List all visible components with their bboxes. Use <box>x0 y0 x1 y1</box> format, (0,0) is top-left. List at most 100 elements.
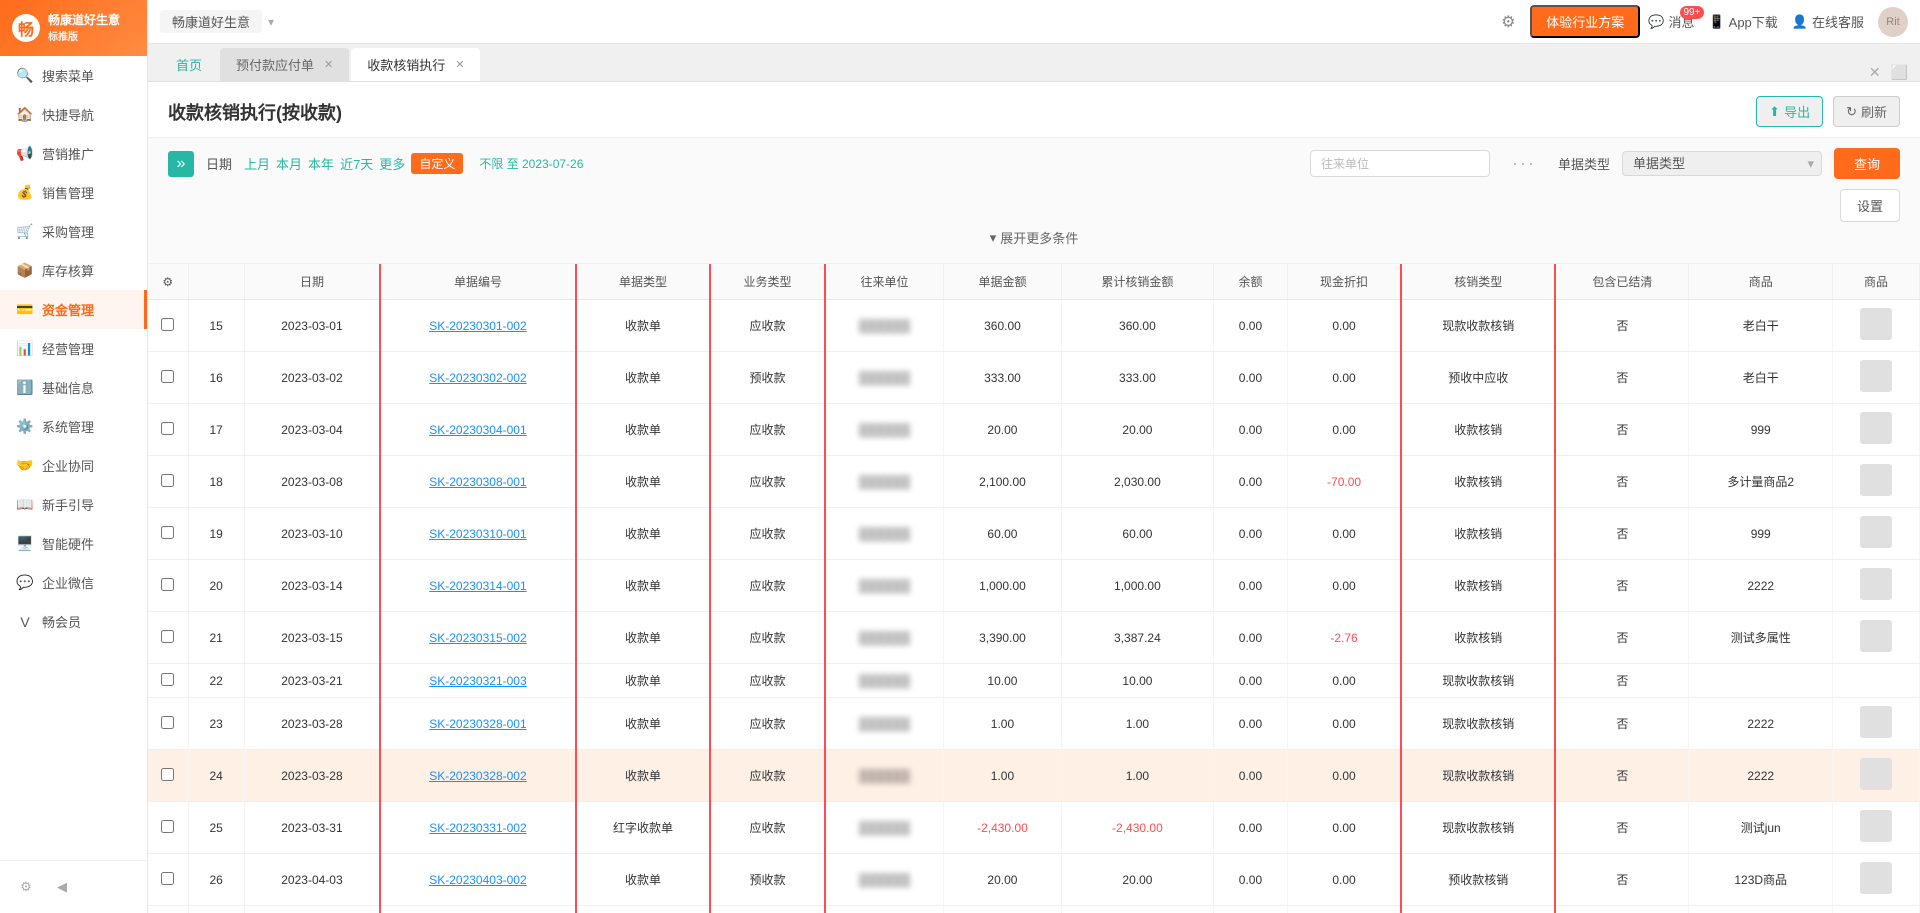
voucher-no-link[interactable]: SK-20230328-002 <box>429 769 526 783</box>
filter-toggle-btn[interactable]: » <box>168 151 194 177</box>
voucher-no-link[interactable]: SK-20230328-001 <box>429 717 526 731</box>
cell-check[interactable] <box>148 300 188 352</box>
query-button[interactable]: 查询 <box>1834 148 1900 179</box>
row-checkbox[interactable] <box>161 630 174 643</box>
cell-check[interactable] <box>148 560 188 612</box>
row-checkbox[interactable] <box>161 716 174 729</box>
topbar-service[interactable]: 👤 在线客服 <box>1792 12 1864 31</box>
voucher-no-link[interactable]: SK-20230314-001 <box>429 579 526 593</box>
cell-voucher-no: SK-20230310-001 <box>380 508 576 560</box>
cell-date: 2023-04-08 <box>244 906 380 913</box>
more-dates-btn[interactable]: 更多 <box>379 154 405 173</box>
sidebar-item-basic[interactable]: ℹ️基础信息 <box>0 368 147 407</box>
voucher-type-select[interactable]: 单据类型 <box>1622 151 1822 176</box>
voucher-no-link[interactable]: SK-20230315-002 <box>429 631 526 645</box>
last-7-days-btn[interactable]: 近7天 <box>340 154 373 173</box>
cell-date: 2023-03-14 <box>244 560 380 612</box>
cell-product-img <box>1833 612 1920 664</box>
expand-conditions-btn[interactable]: ▾ 展开更多条件 <box>990 228 1079 247</box>
setting-button[interactable]: 设置 <box>1840 189 1900 222</box>
filter-row-2: 设置 <box>168 183 1900 222</box>
cell-include-settled: 否 <box>1555 698 1689 750</box>
cell-voucher-no: SK-20230328-001 <box>380 698 576 750</box>
cell-product: 2222 <box>1689 560 1833 612</box>
row-checkbox[interactable] <box>161 474 174 487</box>
cell-check[interactable] <box>148 404 188 456</box>
voucher-no-link[interactable]: SK-20230321-003 <box>429 674 526 688</box>
row-checkbox[interactable] <box>161 370 174 383</box>
sidebar-item-inventory[interactable]: 📦库存核算 <box>0 251 147 290</box>
sidebar-item-guide[interactable]: 📖新手引导 <box>0 485 147 524</box>
topbar-gear-icon[interactable]: ⚙ <box>1494 8 1522 36</box>
collapse-icon[interactable]: ◀ <box>48 873 76 901</box>
sidebar-item-hardware[interactable]: 🖥️智能硬件 <box>0 524 147 563</box>
custom-date-btn[interactable]: 自定义 <box>411 153 463 174</box>
cell-include-settled: 否 <box>1555 404 1689 456</box>
sidebar-item-operations[interactable]: 📊经营管理 <box>0 329 147 368</box>
cell-check[interactable] <box>148 906 188 913</box>
solution-button[interactable]: 体验行业方案 <box>1530 5 1640 38</box>
voucher-no-link[interactable]: SK-20230302-002 <box>429 371 526 385</box>
tab-pre-payment-close[interactable]: ✕ <box>324 58 333 71</box>
voucher-no-link[interactable]: SK-20230403-002 <box>429 873 526 887</box>
sidebar-item-purchase[interactable]: 🛒采购管理 <box>0 212 147 251</box>
voucher-no-link[interactable]: SK-20230331-002 <box>429 821 526 835</box>
voucher-no-link[interactable]: SK-20230301-002 <box>429 319 526 333</box>
refresh-button[interactable]: ↻ 刷新 <box>1833 96 1900 127</box>
cell-written-off: 100.00 <box>1061 906 1213 913</box>
tab-collection-exec[interactable]: 收款核销执行 ✕ <box>351 48 480 81</box>
this-month-btn[interactable]: 本月 <box>276 154 302 173</box>
topbar-avatar[interactable]: Rit <box>1878 7 1908 37</box>
cell-check[interactable] <box>148 854 188 906</box>
topbar-app-download[interactable]: 📱 App下载 <box>1708 12 1777 31</box>
cell-check[interactable] <box>148 802 188 854</box>
cell-check[interactable] <box>148 456 188 508</box>
cell-partner: ██████ <box>825 352 944 404</box>
cell-check[interactable] <box>148 352 188 404</box>
prev-month-btn[interactable]: 上月 <box>244 154 270 173</box>
th-gear[interactable]: ⚙ <box>148 264 188 300</box>
sidebar-item-search-menu[interactable]: 🔍搜索菜单 <box>0 56 147 95</box>
tab-expand-icon[interactable]: ⬜ <box>1891 64 1908 81</box>
cell-check[interactable] <box>148 750 188 802</box>
cell-check[interactable] <box>148 508 188 560</box>
cell-check[interactable] <box>148 698 188 750</box>
sidebar-item-member[interactable]: V畅会员 <box>0 602 147 641</box>
sidebar-item-quick-nav[interactable]: 🏠快捷导航 <box>0 95 147 134</box>
message-badge: 99+ <box>1680 6 1705 19</box>
cell-voucher-no: SK-20230308-001 <box>380 456 576 508</box>
sidebar-item-wechat[interactable]: 💬企业微信 <box>0 563 147 602</box>
sidebar-item-enterprise[interactable]: 🤝企业协同 <box>0 446 147 485</box>
sidebar-item-sales[interactable]: 💰销售管理 <box>0 173 147 212</box>
cell-check[interactable] <box>148 612 188 664</box>
voucher-no-link[interactable]: SK-20230310-001 <box>429 527 526 541</box>
th-voucher-type: 单据类型 <box>576 264 710 300</box>
row-checkbox[interactable] <box>161 768 174 781</box>
tab-close-all-icon[interactable]: ✕ <box>1869 64 1881 81</box>
tab-pre-payment[interactable]: 预付款应付单 ✕ <box>220 48 349 81</box>
this-year-btn[interactable]: 本年 <box>308 154 334 173</box>
row-checkbox[interactable] <box>161 673 174 686</box>
export-button[interactable]: ⬆ 导出 <box>1756 96 1823 127</box>
sidebar-item-marketing[interactable]: 📢营销推广 <box>0 134 147 173</box>
cell-check[interactable] <box>148 664 188 698</box>
sidebar-item-system[interactable]: ⚙️系统管理 <box>0 407 147 446</box>
settings-icon[interactable]: ⚙ <box>12 873 40 901</box>
voucher-no-link[interactable]: SK-20230304-001 <box>429 423 526 437</box>
topbar-chevron[interactable]: ▾ <box>268 15 274 29</box>
cell-include-settled: 否 <box>1555 456 1689 508</box>
row-checkbox[interactable] <box>161 820 174 833</box>
voucher-no-link[interactable]: SK-20230308-001 <box>429 475 526 489</box>
cell-amount: -2,430.00 <box>944 802 1062 854</box>
row-checkbox[interactable] <box>161 318 174 331</box>
row-checkbox[interactable] <box>161 578 174 591</box>
tab-home[interactable]: 首页 <box>160 48 218 81</box>
sidebar-item-finance[interactable]: 💳资金管理 <box>0 290 147 329</box>
cell-date: 2023-03-21 <box>244 664 380 698</box>
row-checkbox[interactable] <box>161 526 174 539</box>
row-checkbox[interactable] <box>161 872 174 885</box>
topbar-message[interactable]: 💬 消息 99+ <box>1648 12 1694 31</box>
row-checkbox[interactable] <box>161 422 174 435</box>
voucher-type-select-wrap: 单据类型 <box>1622 151 1822 176</box>
tab-collection-close[interactable]: ✕ <box>455 58 464 71</box>
